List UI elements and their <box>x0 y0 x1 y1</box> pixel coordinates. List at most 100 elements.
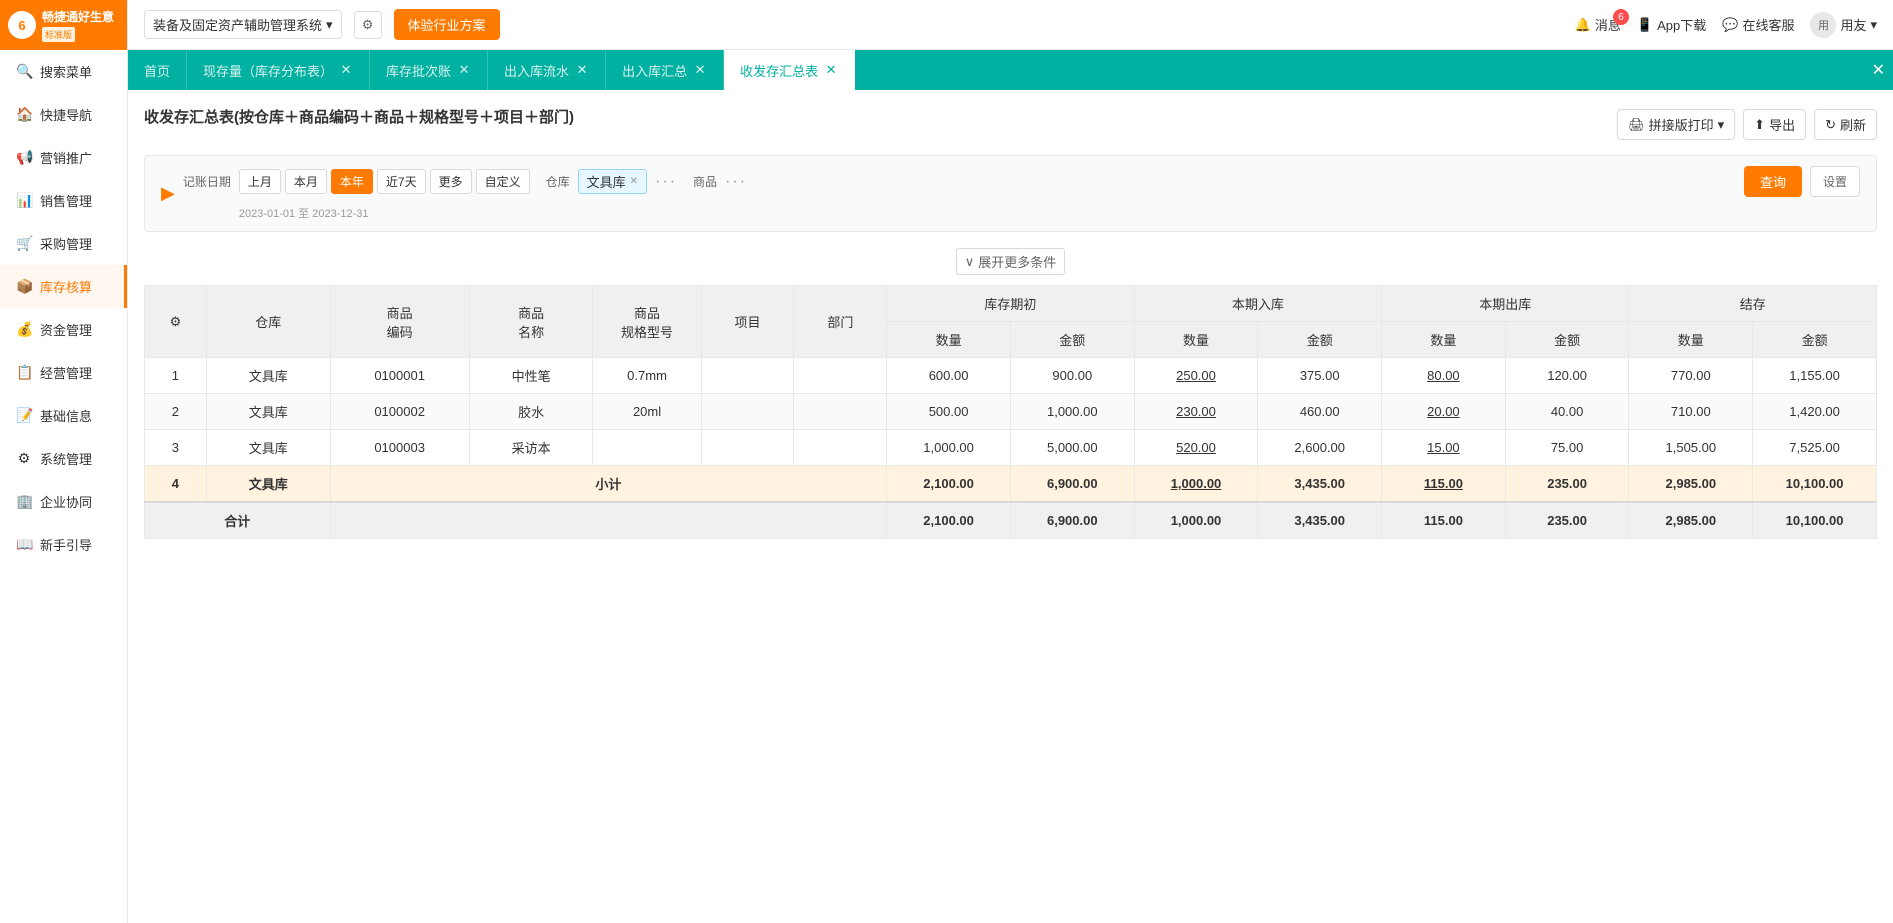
more-btn[interactable]: 更多 <box>430 169 472 194</box>
date-filter-label: 记账日期 <box>183 173 231 190</box>
total-row: 合计 2,100.00 6,900.00 1,000.00 3,435.00 1… <box>145 502 1877 539</box>
tab-close-icon[interactable]: ✕ <box>575 63 589 77</box>
row-no: 3 <box>145 430 207 466</box>
chevron-down-icon: ▾ <box>1718 117 1725 133</box>
row-warehouse: 文具库 <box>206 394 330 430</box>
row-in-qty[interactable]: 230.00 <box>1134 394 1258 430</box>
th-opening: 库存期初 <box>887 286 1134 322</box>
total-bal-amt: 10,100.00 <box>1753 502 1877 539</box>
sidebar-item-label: 新手引导 <box>40 535 92 554</box>
row-open-amt: 5,000.00 <box>1010 430 1134 466</box>
row-out-qty[interactable]: 80.00 <box>1382 358 1506 394</box>
warehouse-tag-close[interactable]: ✕ <box>630 176 638 187</box>
query-btn[interactable]: 查询 <box>1744 166 1802 197</box>
subtotal-bal-qty: 2,985.00 <box>1629 466 1753 503</box>
basicinfo-icon: 📝 <box>16 407 32 424</box>
subtotal-in-qty[interactable]: 1,000.00 <box>1134 466 1258 503</box>
table-footer: 合计 2,100.00 6,900.00 1,000.00 3,435.00 1… <box>145 502 1877 539</box>
row-dept <box>794 430 887 466</box>
last-month-btn[interactable]: 上月 <box>239 169 281 194</box>
row-in-amt: 2,600.00 <box>1258 430 1382 466</box>
date-range-text: 2023-01-01 至 2023-12-31 <box>239 208 369 220</box>
trial-btn[interactable]: 体验行业方案 <box>394 9 500 40</box>
row-in-qty[interactable]: 520.00 <box>1134 430 1258 466</box>
this-year-btn[interactable]: 本年 <box>331 169 373 194</box>
tab-label: 库存批次账 <box>386 61 451 80</box>
custom-btn[interactable]: 自定义 <box>476 169 530 194</box>
tab-inout-summary[interactable]: 出入库汇总 ✕ <box>606 50 724 90</box>
tab-close-icon[interactable]: ✕ <box>824 63 838 77</box>
main-area: 装备及固定资产辅助管理系统 ▾ ⚙ 体验行业方案 🔔 消息 6 📱 App下载 … <box>128 0 1893 923</box>
sidebar-item-quick-nav[interactable]: 🏠 快捷导航 <box>0 93 127 136</box>
sidebar-item-operations[interactable]: 📋 经营管理 <box>0 351 127 394</box>
tab-inout-flow[interactable]: 出入库流水 ✕ <box>488 50 606 90</box>
sidebar: 6 畅捷通好生意 标准版 🔍 搜索菜单 🏠 快捷导航 📢 营销推广 📊 销售管理… <box>0 0 128 923</box>
tab-close-icon[interactable]: ✕ <box>457 63 471 77</box>
total-open-qty: 2,100.00 <box>887 502 1011 539</box>
finance-icon: 💰 <box>16 321 32 338</box>
settings-filter-btn[interactable]: 设置 <box>1810 166 1860 197</box>
refresh-btn[interactable]: ↻ 刷新 <box>1814 109 1877 140</box>
sidebar-item-guide[interactable]: 📖 新手引导 <box>0 523 127 566</box>
sidebar-item-enterprise[interactable]: 🏢 企业协同 <box>0 480 127 523</box>
subtotal-out-qty[interactable]: 115.00 <box>1382 466 1506 503</box>
th-settings[interactable]: ⚙ <box>145 286 207 358</box>
settings-gear-button[interactable]: ⚙ <box>354 11 382 39</box>
table-row: 3 文具库 0100003 采访本 1,000.00 5,000.00 520.… <box>145 430 1877 466</box>
th-balance: 结存 <box>1629 286 1877 322</box>
tab-close-icon[interactable]: ✕ <box>339 63 353 77</box>
row-name: 采访本 <box>469 430 593 466</box>
sidebar-item-purchase[interactable]: 🛒 采购管理 <box>0 222 127 265</box>
sidebar-item-inventory[interactable]: 📦 库存核算 <box>0 265 127 308</box>
online-service-label: 在线客服 <box>1742 15 1794 34</box>
user-menu[interactable]: 用 用友 ▾ <box>1810 12 1877 38</box>
close-all-tabs-btn[interactable]: ✕ <box>1872 60 1885 80</box>
row-out-qty[interactable]: 20.00 <box>1382 394 1506 430</box>
tab-close-icon[interactable]: ✕ <box>693 63 707 77</box>
row-bal-amt: 1,155.00 <box>1753 358 1877 394</box>
warehouse-dots[interactable]: ··· <box>655 173 677 191</box>
row-dept <box>794 358 887 394</box>
sidebar-item-system[interactable]: ⚙ 系统管理 <box>0 437 127 480</box>
total-out-qty: 115.00 <box>1382 502 1506 539</box>
this-month-btn[interactable]: 本月 <box>285 169 327 194</box>
subtotal-row: 4 文具库 小计 2,100.00 6,900.00 1,000.00 3,43… <box>145 466 1877 503</box>
row-code: 0100003 <box>330 430 469 466</box>
row-spec <box>593 430 701 466</box>
export-btn[interactable]: ⬆ 导出 <box>1743 109 1806 140</box>
sidebar-item-basic-info[interactable]: 📝 基础信息 <box>0 394 127 437</box>
sidebar-item-label: 营销推广 <box>40 148 92 167</box>
tab-stock-summary[interactable]: 收发存汇总表 ✕ <box>724 50 855 90</box>
sidebar-item-finance[interactable]: 💰 资金管理 <box>0 308 127 351</box>
total-in-amt: 3,435.00 <box>1258 502 1382 539</box>
row-bal-qty: 710.00 <box>1629 394 1753 430</box>
user-label: 用友 <box>1840 15 1866 34</box>
system-select[interactable]: 装备及固定资产辅助管理系统 ▾ <box>144 10 342 39</box>
filter-expand-arrow[interactable]: ▶ <box>161 183 175 204</box>
sidebar-item-sales[interactable]: 📊 销售管理 <box>0 179 127 222</box>
messages-btn[interactable]: 🔔 消息 6 <box>1575 15 1621 34</box>
last-7days-btn[interactable]: 近7天 <box>377 169 426 194</box>
logo-icon: 6 <box>8 11 36 39</box>
export-label: 导出 <box>1769 115 1795 134</box>
enterprise-icon: 🏢 <box>16 493 32 510</box>
search-icon: 🔍 <box>16 63 32 80</box>
tab-stock-distribution[interactable]: 现存量（库存分布表） ✕ <box>187 50 370 90</box>
row-out-amt: 75.00 <box>1505 430 1629 466</box>
expand-conditions-btn[interactable]: ∨ 展开更多条件 <box>956 248 1066 275</box>
goods-dots[interactable]: ··· <box>725 173 747 191</box>
total-label: 合计 <box>145 502 331 539</box>
th-project: 项目 <box>701 286 794 358</box>
row-out-amt: 120.00 <box>1505 358 1629 394</box>
app-download-btn[interactable]: 📱 App下载 <box>1637 15 1706 34</box>
user-chevron-icon: ▾ <box>1870 17 1877 33</box>
tab-batch-account[interactable]: 库存批次账 ✕ <box>370 50 488 90</box>
online-service-btn[interactable]: 💬 在线客服 <box>1722 15 1794 34</box>
tab-home[interactable]: 首页 <box>128 50 187 90</box>
row-out-qty[interactable]: 15.00 <box>1382 430 1506 466</box>
row-in-qty[interactable]: 250.00 <box>1134 358 1258 394</box>
sidebar-item-search[interactable]: 🔍 搜索菜单 <box>0 50 127 93</box>
tab-label: 出入库流水 <box>504 61 569 80</box>
print-btn[interactable]: 🖨 拼接版打印 ▾ <box>1617 109 1735 140</box>
sidebar-item-marketing[interactable]: 📢 营销推广 <box>0 136 127 179</box>
